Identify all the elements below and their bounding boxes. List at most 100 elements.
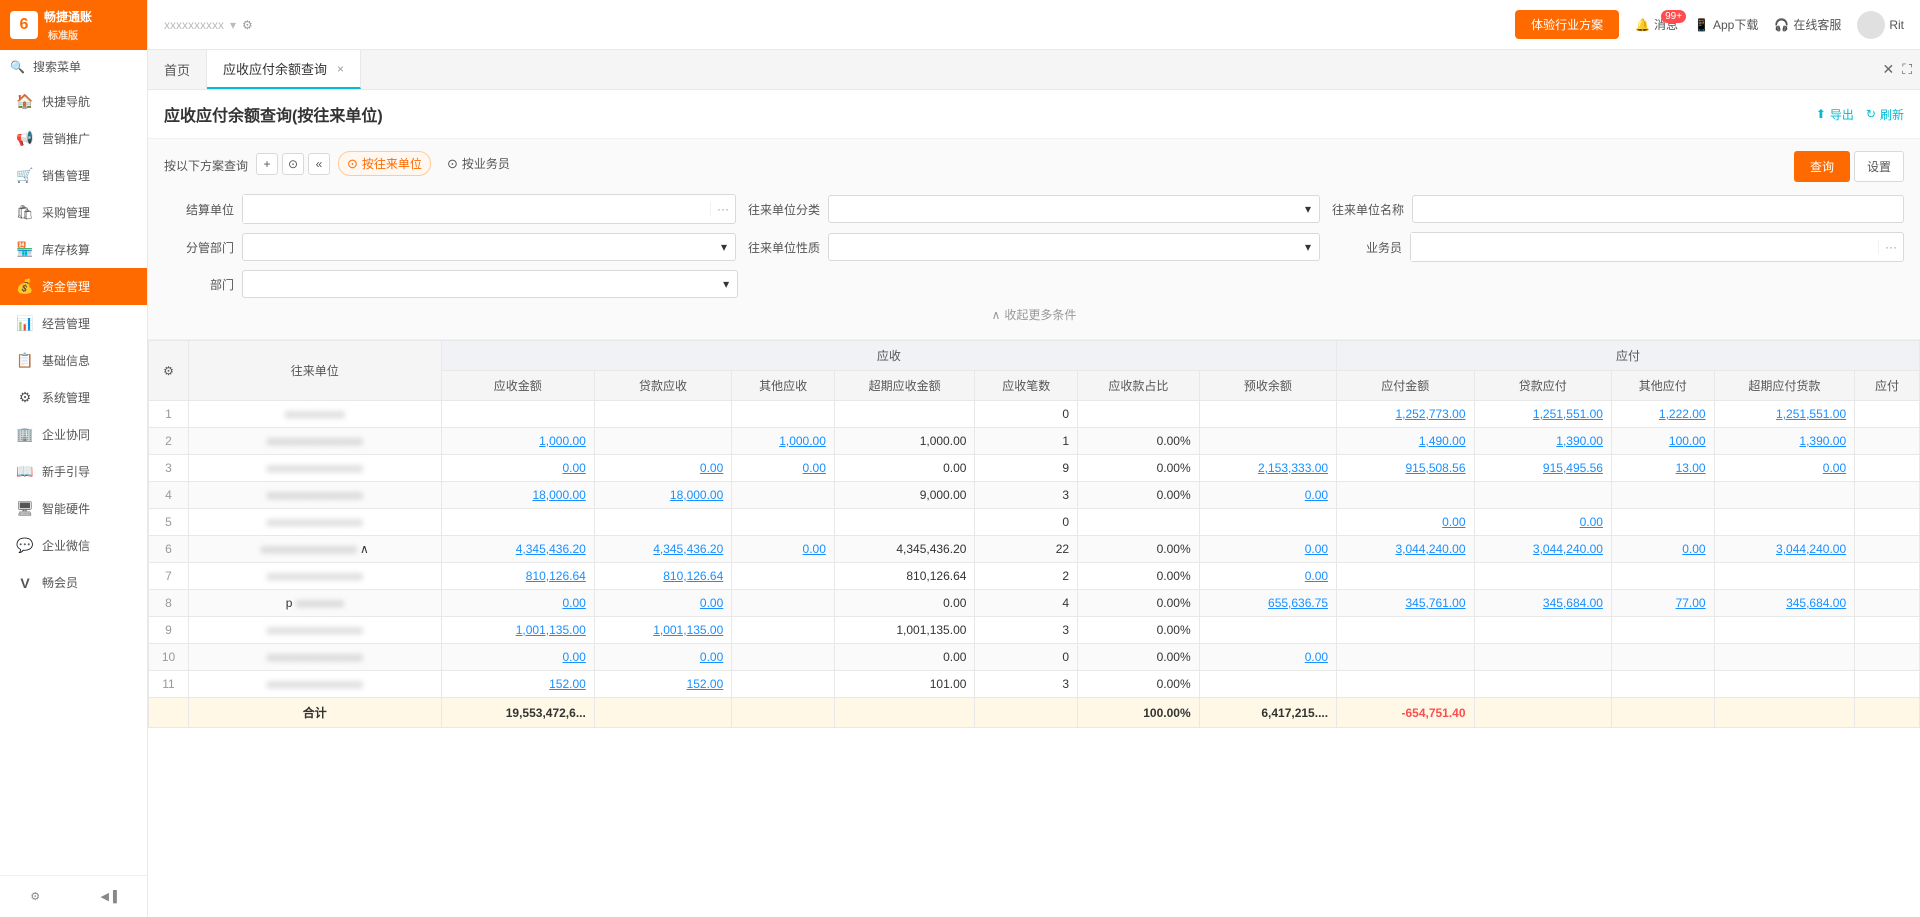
ap-other-cell[interactable]: 100.00	[1611, 428, 1714, 455]
ar-amount-cell[interactable]: 152.00	[441, 671, 594, 698]
sidebar-item-hardware[interactable]: 🖥 智能硬件	[0, 490, 147, 527]
ap-overdue-cell[interactable]: 345,684.00	[1714, 590, 1855, 617]
ap-other-cell[interactable]	[1611, 644, 1714, 671]
query-btn[interactable]: 查询	[1794, 151, 1850, 182]
partner-category-select[interactable]: ▾	[828, 195, 1320, 223]
ar-advance-cell[interactable]: 0.00	[1199, 563, 1336, 590]
tab-home[interactable]: 首页	[148, 50, 207, 89]
division-select[interactable]: ▾	[242, 233, 736, 261]
sidebar-item-guide[interactable]: 📖 新手引导	[0, 453, 147, 490]
sidebar-item-operation[interactable]: 📊 经营管理	[0, 305, 147, 342]
ap-other-cell[interactable]	[1611, 617, 1714, 644]
sidebar-item-quick-nav[interactable]: 🏠 快捷导航	[0, 83, 147, 120]
ar-other-cell[interactable]	[732, 509, 835, 536]
scheme-add-btn[interactable]: +	[256, 153, 278, 175]
refresh-btn[interactable]: ↻ 刷新	[1866, 106, 1904, 123]
ap-overdue-cell[interactable]: 3,044,240.00	[1714, 536, 1855, 563]
app-download-btn[interactable]: 📱 App下载	[1694, 16, 1758, 33]
tab-close-btn[interactable]: ×	[337, 62, 344, 76]
sidebar-item-sales[interactable]: 🛒 销售管理	[0, 157, 147, 194]
partner-name-input[interactable]	[1412, 195, 1904, 223]
ar-loan-cell[interactable]: 0.00	[594, 455, 731, 482]
ar-loan-cell[interactable]: 0.00	[594, 590, 731, 617]
sidebar-item-marketing[interactable]: 📢 营销推广	[0, 120, 147, 157]
ap-overdue-cell[interactable]	[1714, 509, 1855, 536]
ap-overdue-cell[interactable]: 1,390.00	[1714, 428, 1855, 455]
scheme-by-salesman[interactable]: ⊙ 按业务员	[439, 151, 518, 176]
ap-overdue-cell[interactable]: 1,251,551.00	[1714, 401, 1855, 428]
ap-amount-cell[interactable]	[1337, 671, 1474, 698]
export-btn[interactable]: ⬆ 导出	[1816, 106, 1854, 123]
settings-col-header[interactable]: ⚙	[149, 341, 189, 401]
scheme-collapse-btn[interactable]: «	[308, 153, 330, 175]
ap-loan-cell[interactable]	[1474, 644, 1611, 671]
sidebar-item-wechat[interactable]: 💬 企业微信	[0, 527, 147, 564]
ar-loan-cell[interactable]: 1,001,135.00	[594, 617, 731, 644]
ar-other-cell[interactable]: 0.00	[732, 536, 835, 563]
ar-advance-cell[interactable]: 2,153,333.00	[1199, 455, 1336, 482]
sidebar-item-basic[interactable]: 📋 基础信息	[0, 342, 147, 379]
notification-btn[interactable]: 🔔 消息 99+	[1635, 16, 1678, 33]
ar-amount-cell[interactable]: 4,345,436.20	[441, 536, 594, 563]
ar-loan-cell[interactable]: 152.00	[594, 671, 731, 698]
ar-loan-cell[interactable]: 810,126.64	[594, 563, 731, 590]
ap-amount-cell[interactable]	[1337, 563, 1474, 590]
sidebar-item-finance[interactable]: 💰 资金管理	[0, 268, 147, 305]
ap-loan-cell[interactable]: 345,684.00	[1474, 590, 1611, 617]
ap-other-cell[interactable]	[1611, 563, 1714, 590]
ap-other-cell[interactable]	[1611, 509, 1714, 536]
tab-close-window-btn[interactable]: ✕	[1882, 61, 1894, 78]
ap-loan-cell[interactable]: 1,390.00	[1474, 428, 1611, 455]
ap-amount-cell[interactable]: 3,044,240.00	[1337, 536, 1474, 563]
ap-loan-cell[interactable]	[1474, 563, 1611, 590]
ar-amount-cell[interactable]: 1,000.00	[441, 428, 594, 455]
ap-other-cell[interactable]: 0.00	[1611, 536, 1714, 563]
ar-advance-cell[interactable]	[1199, 671, 1336, 698]
ap-overdue-cell[interactable]	[1714, 644, 1855, 671]
settlement-dots-btn[interactable]: ···	[710, 202, 735, 216]
scheme-settings-btn[interactable]: ⊙	[282, 153, 304, 175]
ar-loan-cell[interactable]: 18,000.00	[594, 482, 731, 509]
ar-advance-cell[interactable]: 655,636.75	[1199, 590, 1336, 617]
ap-loan-cell[interactable]	[1474, 617, 1611, 644]
ap-loan-cell[interactable]: 1,251,551.00	[1474, 401, 1611, 428]
ar-loan-cell[interactable]	[594, 401, 731, 428]
filter-settings-btn[interactable]: 设置	[1854, 151, 1904, 182]
ap-overdue-cell[interactable]	[1714, 617, 1855, 644]
department-select[interactable]: ▾	[242, 270, 738, 298]
ap-loan-cell[interactable]	[1474, 482, 1611, 509]
ap-loan-cell[interactable]: 915,495.56	[1474, 455, 1611, 482]
ap-loan-cell[interactable]	[1474, 671, 1611, 698]
ap-amount-cell[interactable]: 345,761.00	[1337, 590, 1474, 617]
ap-other-cell[interactable]: 1,222.00	[1611, 401, 1714, 428]
ar-advance-cell[interactable]: 0.00	[1199, 482, 1336, 509]
ap-amount-cell[interactable]	[1337, 482, 1474, 509]
ap-loan-cell[interactable]: 3,044,240.00	[1474, 536, 1611, 563]
ap-amount-cell[interactable]: 0.00	[1337, 509, 1474, 536]
customer-service-btn[interactable]: 🎧 在线客服	[1774, 16, 1841, 33]
user-menu[interactable]: Rit	[1857, 11, 1904, 39]
ar-other-cell[interactable]	[732, 590, 835, 617]
sidebar-item-member[interactable]: V 畅会员	[0, 564, 147, 601]
ap-amount-cell[interactable]	[1337, 644, 1474, 671]
salesman-input[interactable]: ···	[1410, 232, 1904, 262]
collapse-more-btn[interactable]: ∧ 收起更多条件	[164, 302, 1904, 327]
ar-amount-cell[interactable]: 810,126.64	[441, 563, 594, 590]
ar-advance-cell[interactable]	[1199, 617, 1336, 644]
ar-other-cell[interactable]	[732, 482, 835, 509]
ar-advance-cell[interactable]: 0.00	[1199, 536, 1336, 563]
ar-other-cell[interactable]	[732, 563, 835, 590]
ar-loan-cell[interactable]	[594, 428, 731, 455]
ap-amount-cell[interactable]	[1337, 617, 1474, 644]
ap-amount-cell[interactable]: 1,252,773.00	[1337, 401, 1474, 428]
ap-overdue-cell[interactable]	[1714, 563, 1855, 590]
ap-other-cell[interactable]: 13.00	[1611, 455, 1714, 482]
salesman-text-input[interactable]	[1411, 233, 1878, 261]
settlement-input[interactable]: ···	[242, 194, 736, 224]
ap-loan-cell[interactable]: 0.00	[1474, 509, 1611, 536]
ar-other-cell[interactable]	[732, 671, 835, 698]
ar-other-cell[interactable]	[732, 644, 835, 671]
settings-icon-header[interactable]: ⚙	[242, 18, 253, 32]
ap-amount-cell[interactable]: 1,490.00	[1337, 428, 1474, 455]
ap-overdue-cell[interactable]: 0.00	[1714, 455, 1855, 482]
